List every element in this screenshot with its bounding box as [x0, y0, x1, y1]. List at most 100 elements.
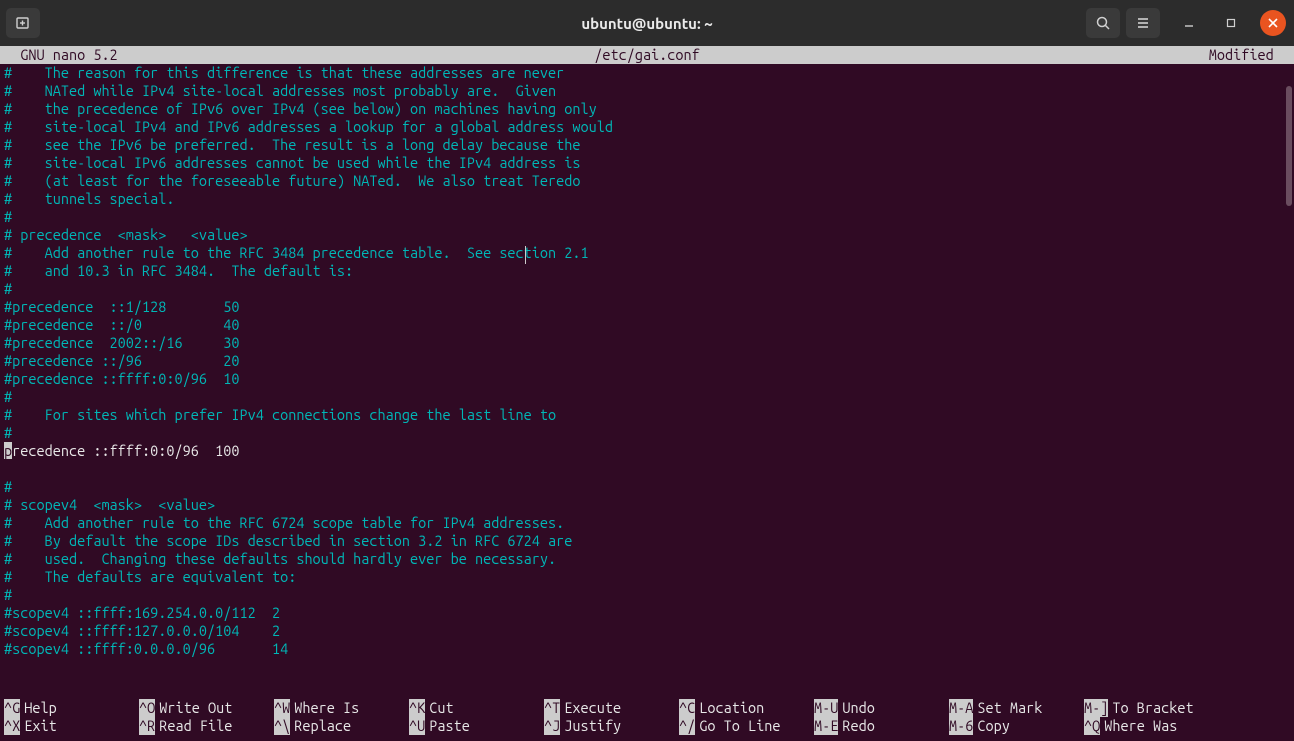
- shortcut-item: ^QWhere Was: [1084, 717, 1219, 735]
- editor-line: #scopev4 ::ffff:169.254.0.0/112 2: [4, 604, 1290, 622]
- shortcut-key: ^K: [409, 699, 425, 717]
- shortcut-label: Location: [695, 699, 764, 717]
- shortcut-label: Set Mark: [973, 699, 1042, 717]
- shortcut-key: ^X: [4, 717, 20, 735]
- shortcut-key: M-6: [949, 717, 973, 735]
- terminal-area[interactable]: GNU nano 5.2 /etc/gai.conf Modified # Th…: [0, 46, 1294, 741]
- shortcut-label: Execute: [560, 699, 621, 717]
- shortcut-key: ^T: [544, 699, 560, 717]
- shortcut-item: ^OWrite Out: [139, 699, 274, 717]
- nano-statusbar: GNU nano 5.2 /etc/gai.conf Modified: [0, 46, 1294, 64]
- editor-line: #scopev4 ::ffff:127.0.0.0/104 2: [4, 622, 1290, 640]
- editor-line: #: [4, 586, 1290, 604]
- shortcut-item: ^\Replace: [274, 717, 409, 735]
- shortcut-item: ^WWhere Is: [274, 699, 409, 717]
- editor-line: [4, 460, 1290, 478]
- search-button[interactable]: [1086, 8, 1120, 38]
- terminal-scrollbar[interactable]: [1284, 46, 1294, 741]
- editor-line: # site-local IPv4 and IPv6 addresses a l…: [4, 118, 1290, 136]
- shortcut-item: ^UPaste: [409, 717, 544, 735]
- shortcut-label: Read File: [155, 717, 232, 735]
- editor-line: # By default the scope IDs described in …: [4, 532, 1290, 550]
- shortcut-label: Paste: [425, 717, 470, 735]
- editor-line: #precedence ::/0 40: [4, 316, 1290, 334]
- shortcut-key: ^Q: [1084, 717, 1100, 735]
- editor-line: # For sites which prefer IPv4 connection…: [4, 406, 1290, 424]
- shortcut-key: ^C: [679, 699, 695, 717]
- editor-line: #: [4, 280, 1290, 298]
- editor-content[interactable]: # The reason for this difference is that…: [0, 64, 1294, 658]
- shortcut-key: M-A: [949, 699, 973, 717]
- editor-line: # The defaults are equivalent to:: [4, 568, 1290, 586]
- new-tab-button[interactable]: [6, 8, 40, 38]
- editor-line: # The reason for this difference is that…: [4, 64, 1290, 82]
- text-cursor-icon: [525, 246, 526, 264]
- shortcut-label: Where Was: [1100, 717, 1177, 735]
- editor-line: # site-local IPv6 addresses cannot be us…: [4, 154, 1290, 172]
- editor-line: # NATed while IPv4 site-local addresses …: [4, 82, 1290, 100]
- editor-line: # precedence <mask> <value>: [4, 226, 1290, 244]
- editor-line: # scopev4 <mask> <value>: [4, 496, 1290, 514]
- editor-line: # see the IPv6 be preferred. The result …: [4, 136, 1290, 154]
- maximize-button[interactable]: [1218, 10, 1244, 36]
- editor-line: # (at least for the foreseeable future) …: [4, 172, 1290, 190]
- scrollbar-thumb[interactable]: [1286, 86, 1292, 206]
- window-title: ubuntu@ubuntu: ~: [581, 15, 712, 32]
- shortcut-label: Where Is: [290, 699, 359, 717]
- shortcut-item: M-ASet Mark: [949, 699, 1084, 717]
- close-button[interactable]: [1260, 10, 1286, 36]
- cursor-char: p: [4, 442, 12, 459]
- shortcut-label: To Bracket: [1108, 699, 1193, 717]
- editor-line: #precedence ::/96 20: [4, 352, 1290, 370]
- shortcut-key: ^U: [409, 717, 425, 735]
- shortcut-item: M-ERedo: [814, 717, 949, 735]
- editor-line: #: [4, 208, 1290, 226]
- editor-line: # Add another rule to the RFC 3484 prece…: [4, 244, 1290, 262]
- editor-line: #: [4, 424, 1290, 442]
- shortcut-item: ^JJustify: [544, 717, 679, 735]
- shortcut-label: Go To Line: [695, 717, 780, 735]
- editor-line: # used. Changing these defaults should h…: [4, 550, 1290, 568]
- shortcut-key: ^W: [274, 699, 290, 717]
- shortcut-label: Cut: [425, 699, 453, 717]
- editor-line: #: [4, 478, 1290, 496]
- shortcut-item: ^XExit: [4, 717, 139, 735]
- shortcut-item: ^CLocation: [679, 699, 814, 717]
- nano-version: GNU nano 5.2: [4, 46, 118, 64]
- shortcut-item: ^/Go To Line: [679, 717, 814, 735]
- shortcut-label: Redo: [838, 717, 874, 735]
- shortcut-key: M-E: [814, 717, 838, 735]
- shortcut-label: Help: [20, 699, 56, 717]
- hamburger-menu-button[interactable]: [1126, 8, 1160, 38]
- shortcut-key: ^/: [679, 717, 695, 735]
- shortcut-item: ^GHelp: [4, 699, 139, 717]
- window-titlebar: ubuntu@ubuntu: ~: [0, 0, 1294, 46]
- shortcut-key: M-]: [1084, 699, 1108, 717]
- shortcut-item: M-UUndo: [814, 699, 949, 717]
- shortcut-key: ^O: [139, 699, 155, 717]
- shortcut-item: ^RRead File: [139, 717, 274, 735]
- minimize-button[interactable]: [1176, 10, 1202, 36]
- shortcut-label: Exit: [20, 717, 56, 735]
- shortcut-label: Undo: [838, 699, 874, 717]
- editor-line: # and 10.3 in RFC 3484. The default is:: [4, 262, 1290, 280]
- shortcut-label: Write Out: [155, 699, 232, 717]
- editor-line: #: [4, 388, 1290, 406]
- editor-line: # Add another rule to the RFC 6724 scope…: [4, 514, 1290, 532]
- shortcut-key: ^R: [139, 717, 155, 735]
- shortcut-item: ^KCut: [409, 699, 544, 717]
- editor-line: # the precedence of IPv6 over IPv4 (see …: [4, 100, 1290, 118]
- nano-shortcut-bar: ^GHelp^OWrite Out^WWhere Is^KCut^TExecut…: [0, 699, 1294, 741]
- nano-modified-indicator: Modified: [1209, 46, 1290, 64]
- shortcut-label: Justify: [560, 717, 621, 735]
- shortcut-item: ^TExecute: [544, 699, 679, 717]
- shortcut-item: M-]To Bracket: [1084, 699, 1219, 717]
- shortcut-item: M-6Copy: [949, 717, 1084, 735]
- shortcut-key: ^\: [274, 717, 290, 735]
- nano-filename: /etc/gai.conf: [594, 46, 700, 64]
- editor-line: #scopev4 ::ffff:0.0.0.0/96 14: [4, 640, 1290, 658]
- editor-line: #precedence ::ffff:0:0/96 10: [4, 370, 1290, 388]
- editor-line: #precedence ::1/128 50: [4, 298, 1290, 316]
- shortcut-key: M-U: [814, 699, 838, 717]
- editor-line: #precedence 2002::/16 30: [4, 334, 1290, 352]
